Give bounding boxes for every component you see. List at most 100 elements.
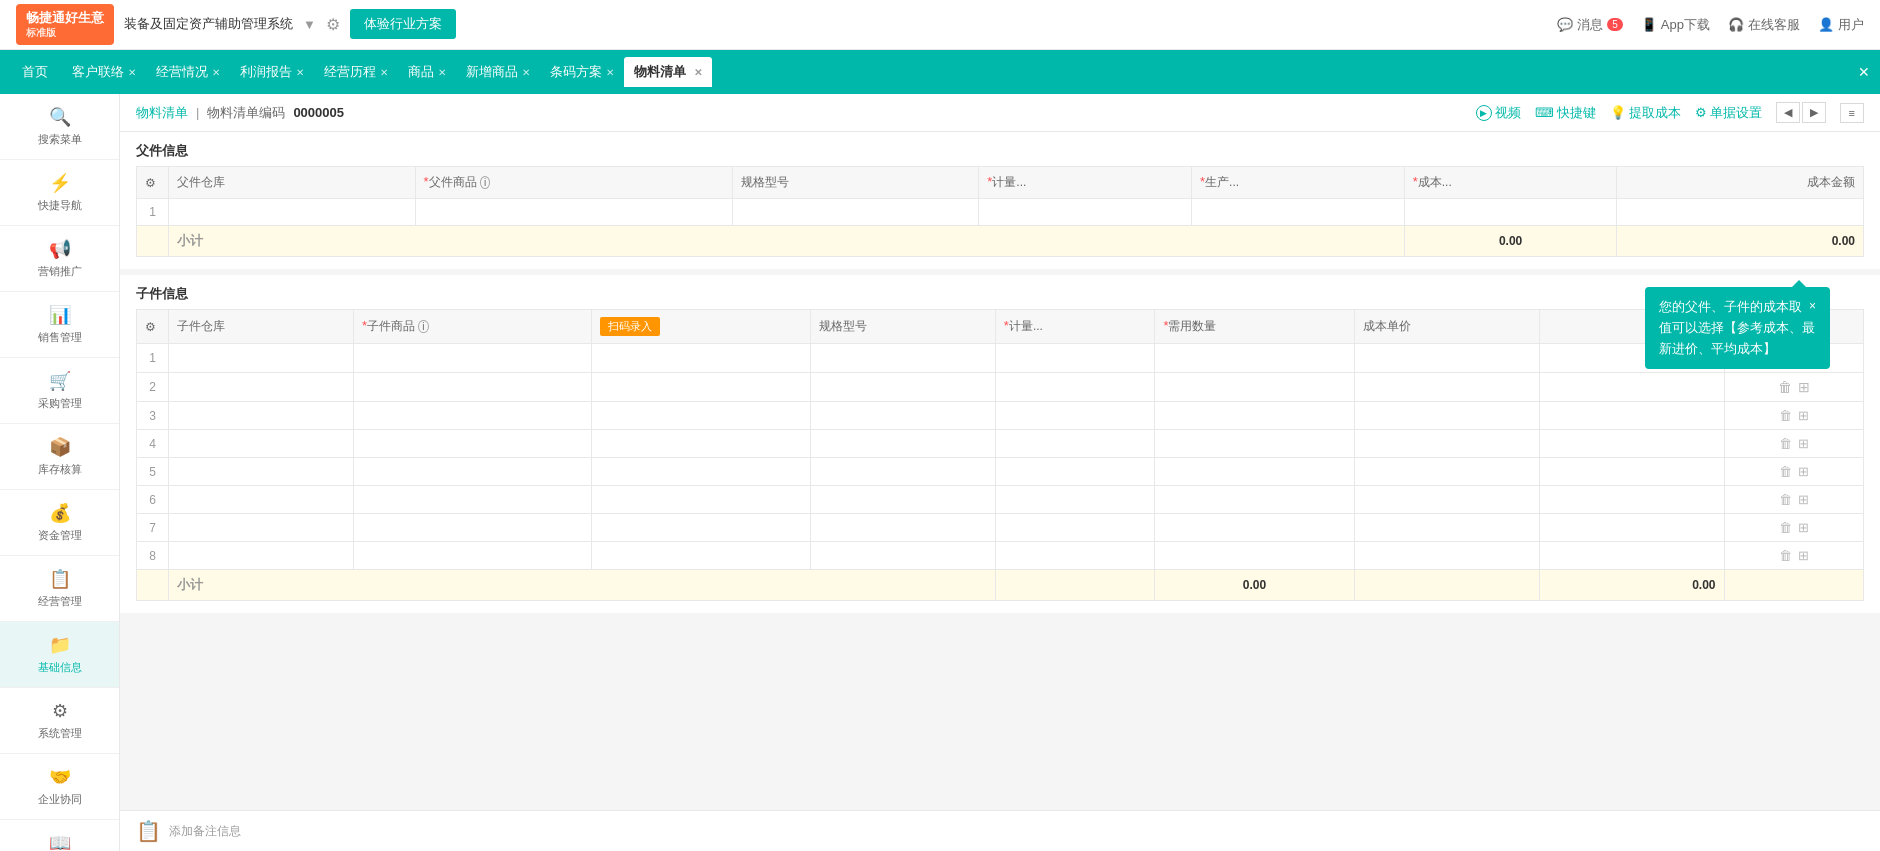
child-row1-unit-cost[interactable]: [1354, 344, 1539, 373]
extract-cost-btn[interactable]: 💡 提取成本: [1610, 104, 1681, 122]
system-dropdown-icon[interactable]: ▼: [303, 17, 316, 32]
close-all-tabs[interactable]: ✕: [1848, 50, 1880, 94]
sidebar-item-marketing[interactable]: 📢 营销推广: [0, 226, 119, 292]
sidebar-item-quicknav[interactable]: ⚡ 快捷导航: [0, 160, 119, 226]
child-row5-amount[interactable]: [1539, 458, 1724, 486]
delete-row3-btn[interactable]: 🗑: [1779, 408, 1792, 423]
child-row3-amount[interactable]: [1539, 402, 1724, 430]
copy-row4-btn[interactable]: ⊞: [1798, 436, 1809, 451]
child-row7-unit[interactable]: [995, 514, 1155, 542]
tab-product-close[interactable]: ✕: [438, 67, 446, 78]
child-row3-qty[interactable]: [1155, 402, 1354, 430]
child-row5-unit-cost[interactable]: [1354, 458, 1539, 486]
child-row2-spec[interactable]: [810, 373, 995, 402]
tab-product[interactable]: 商品 ✕: [398, 57, 456, 87]
child-row1-qty[interactable]: [1155, 344, 1354, 373]
delete-row8-btn[interactable]: 🗑: [1779, 548, 1792, 563]
delete-row2-btn[interactable]: 🗑: [1778, 379, 1792, 395]
tooltip-close-btn[interactable]: ×: [1809, 297, 1816, 316]
tab-bom[interactable]: 物料清单 ✕: [624, 57, 712, 87]
child-row6-spec[interactable]: [810, 486, 995, 514]
child-row2-unit[interactable]: [995, 373, 1155, 402]
tab-operations-close[interactable]: ✕: [212, 67, 220, 78]
shortcut-btn[interactable]: ⌨ 快捷键: [1535, 104, 1596, 122]
child-row5-warehouse[interactable]: [169, 458, 354, 486]
child-row4-unit-cost[interactable]: [1354, 430, 1539, 458]
copy-row3-btn[interactable]: ⊞: [1798, 408, 1809, 423]
user-btn[interactable]: 👤 用户: [1818, 16, 1864, 34]
child-row2-unit-cost[interactable]: [1354, 373, 1539, 402]
tab-history[interactable]: 经营历程 ✕: [314, 57, 398, 87]
sidebar-item-sales[interactable]: 📊 销售管理: [0, 292, 119, 358]
parent-col-settings[interactable]: ⚙: [137, 167, 169, 199]
child-row8-unit-cost[interactable]: [1354, 542, 1539, 570]
tab-customer-close[interactable]: ✕: [128, 67, 136, 78]
child-row2-product[interactable]: [353, 373, 591, 402]
child-row8-scan[interactable]: [591, 542, 810, 570]
bottom-icon[interactable]: 📋: [136, 819, 161, 843]
child-row5-product[interactable]: [353, 458, 591, 486]
child-row8-spec[interactable]: [810, 542, 995, 570]
child-row6-warehouse[interactable]: [169, 486, 354, 514]
child-row8-qty[interactable]: [1155, 542, 1354, 570]
sidebar-item-search[interactable]: 🔍 搜索菜单: [0, 94, 119, 160]
child-row6-scan[interactable]: [591, 486, 810, 514]
tab-new-product[interactable]: 新增商品 ✕: [456, 57, 540, 87]
child-row8-unit[interactable]: [995, 542, 1155, 570]
child-row7-scan[interactable]: [591, 514, 810, 542]
child-row6-amount[interactable]: [1539, 486, 1724, 514]
tab-customer[interactable]: 客户联络 ✕: [62, 57, 146, 87]
prev-btn[interactable]: ◀: [1776, 102, 1800, 123]
child-row3-unit-cost[interactable]: [1354, 402, 1539, 430]
child-row6-product[interactable]: [353, 486, 591, 514]
child-row3-spec[interactable]: [810, 402, 995, 430]
tab-bom-close[interactable]: ✕: [694, 67, 702, 78]
child-row4-product[interactable]: [353, 430, 591, 458]
parent-row1-amount[interactable]: [1617, 199, 1864, 226]
child-row4-qty[interactable]: [1155, 430, 1354, 458]
child-row7-unit-cost[interactable]: [1354, 514, 1539, 542]
sidebar-item-purchase[interactable]: 🛒 采购管理: [0, 358, 119, 424]
child-row4-scan[interactable]: [591, 430, 810, 458]
tab-history-close[interactable]: ✕: [380, 67, 388, 78]
copy-row6-btn[interactable]: ⊞: [1798, 492, 1809, 507]
child-col-scan[interactable]: 扫码录入: [591, 310, 810, 344]
child-row5-qty[interactable]: [1155, 458, 1354, 486]
child-row1-warehouse[interactable]: [169, 344, 354, 373]
child-row6-unit-cost[interactable]: [1354, 486, 1539, 514]
parent-row1-unit[interactable]: [979, 199, 1192, 226]
tab-operations[interactable]: 经营情况 ✕: [146, 57, 230, 87]
copy-row2-btn[interactable]: ⊞: [1798, 379, 1810, 395]
child-row8-amount[interactable]: [1539, 542, 1724, 570]
tab-home[interactable]: 首页: [8, 57, 62, 87]
parent-row1-product[interactable]: [415, 199, 732, 226]
child-row5-scan[interactable]: [591, 458, 810, 486]
child-col-settings[interactable]: ⚙: [137, 310, 169, 344]
child-row5-spec[interactable]: [810, 458, 995, 486]
sidebar-item-guide[interactable]: 📖 新手引导: [0, 820, 119, 851]
sidebar-item-management[interactable]: 📋 经营管理: [0, 556, 119, 622]
parent-row1-warehouse[interactable]: [169, 199, 416, 226]
child-row6-unit[interactable]: [995, 486, 1155, 514]
breadcrumb-parent[interactable]: 物料清单: [136, 104, 188, 122]
delete-row4-btn[interactable]: 🗑: [1779, 436, 1792, 451]
child-row2-scan[interactable]: [591, 373, 810, 402]
tab-new-product-close[interactable]: ✕: [522, 67, 530, 78]
copy-row7-btn[interactable]: ⊞: [1798, 520, 1809, 535]
view-video-btn[interactable]: ▶ 视频: [1476, 104, 1521, 122]
delete-row6-btn[interactable]: 🗑: [1779, 492, 1792, 507]
tab-profit[interactable]: 利润报告 ✕: [230, 57, 314, 87]
parent-row1-spec[interactable]: [732, 199, 979, 226]
app-download-btn[interactable]: 📱 App下载: [1641, 16, 1710, 34]
child-row1-scan[interactable]: [591, 344, 810, 373]
copy-row5-btn[interactable]: ⊞: [1798, 464, 1809, 479]
copy-row8-btn[interactable]: ⊞: [1798, 548, 1809, 563]
next-btn[interactable]: ▶: [1802, 102, 1826, 123]
child-row7-spec[interactable]: [810, 514, 995, 542]
scan-input-btn[interactable]: 扫码录入: [600, 317, 660, 336]
child-row7-qty[interactable]: [1155, 514, 1354, 542]
child-row4-warehouse[interactable]: [169, 430, 354, 458]
child-row3-scan[interactable]: [591, 402, 810, 430]
online-service-btn[interactable]: 🎧 在线客服: [1728, 16, 1800, 34]
message-btn[interactable]: 💬 消息 5: [1557, 16, 1623, 34]
